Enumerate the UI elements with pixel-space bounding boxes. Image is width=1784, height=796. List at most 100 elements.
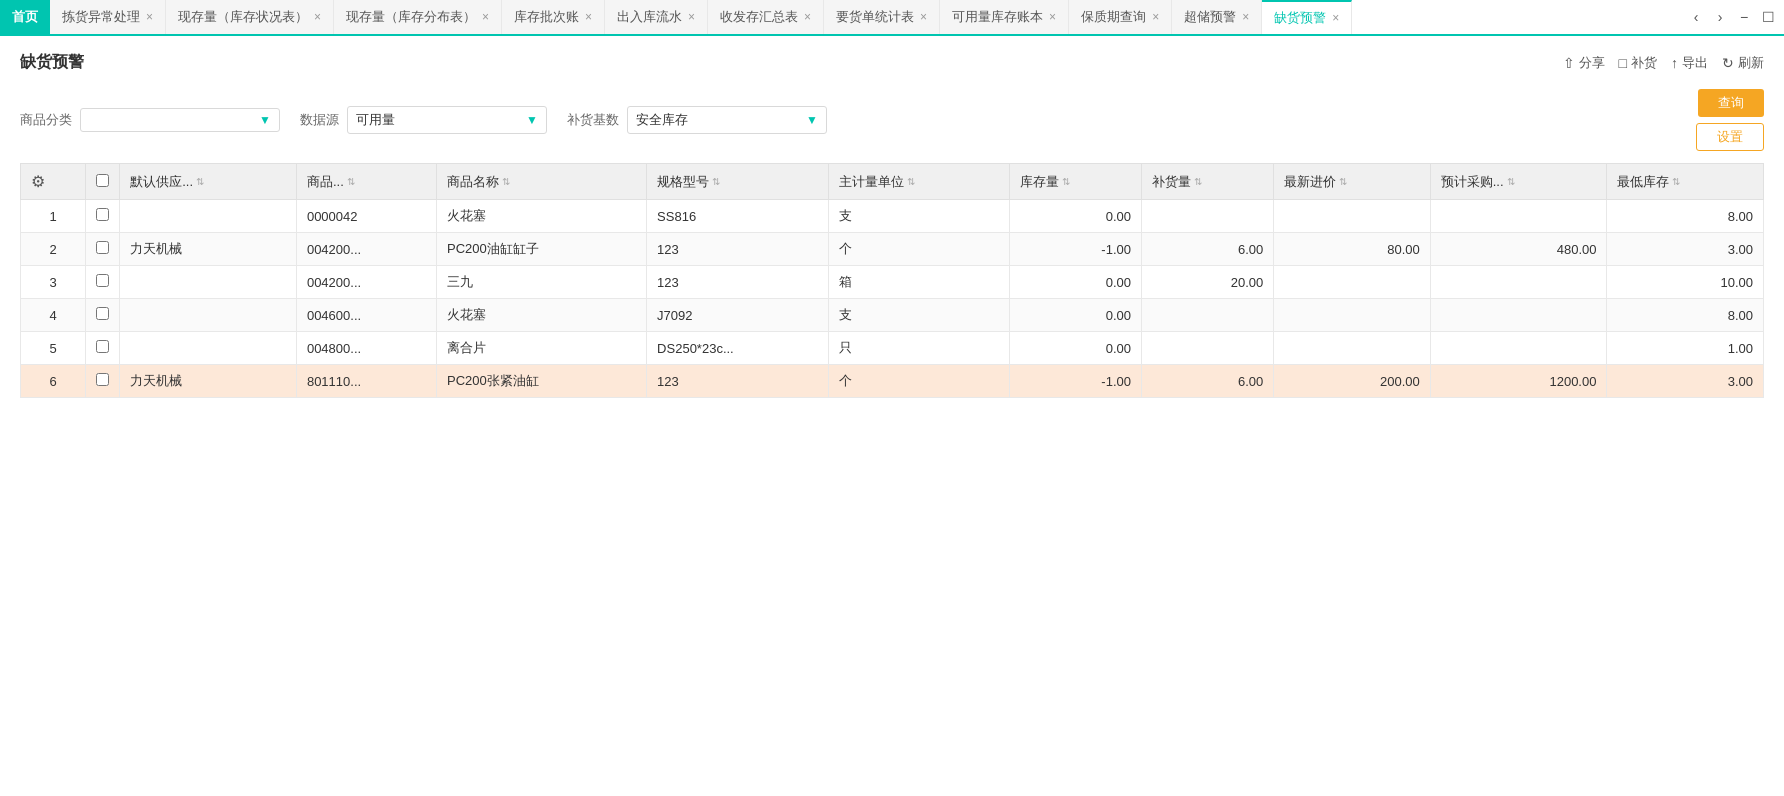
- table-row: 1 0000042 火花塞 SS816 支 0.00 8.00: [21, 200, 1764, 233]
- col-checkbox[interactable]: [86, 164, 120, 200]
- page-content: 缺货预警 ⇧ 分享 □ 补货 ↑ 导出 ↻ 刷新 商品分类: [0, 36, 1784, 796]
- col-item-name-sort-icon[interactable]: ⇅: [502, 176, 510, 187]
- tab-available-label: 可用量库存账本: [952, 8, 1043, 26]
- col-stock-sort-icon[interactable]: ⇅: [1062, 176, 1070, 187]
- tab-exception-label: 拣货异常处理: [62, 8, 140, 26]
- replenish-button[interactable]: □ 补货: [1619, 54, 1657, 72]
- row-item-name-2: PC200油缸缸子: [437, 233, 647, 266]
- tab-shortage[interactable]: 缺货预警 ×: [1262, 0, 1352, 34]
- tab-inventory-dist-close[interactable]: ×: [482, 10, 489, 24]
- table-row: 6 力天机械 801110... PC200张紧油缸 123 个 -1.00 6…: [21, 365, 1764, 398]
- filter-datasource-select[interactable]: 可用量 ▼: [347, 106, 547, 134]
- col-replenish-sort-icon[interactable]: ⇅: [1194, 176, 1202, 187]
- row-est-purchase-1: [1430, 200, 1607, 233]
- row-replenish-5: [1141, 332, 1273, 365]
- row-item-name-5: 离合片: [437, 332, 647, 365]
- col-est-purchase-sort-icon[interactable]: ⇅: [1507, 176, 1515, 187]
- tab-overstock-close[interactable]: ×: [1242, 10, 1249, 24]
- row-stock-6: -1.00: [1009, 365, 1141, 398]
- filter-datasource-group: 数据源 可用量 ▼: [300, 106, 547, 134]
- col-item-code-sort-icon[interactable]: ⇅: [347, 176, 355, 187]
- tab-home[interactable]: 首页: [0, 0, 50, 34]
- select-all-checkbox[interactable]: [96, 174, 109, 187]
- tab-maximize[interactable]: ☐: [1756, 5, 1780, 29]
- tab-expiry-close[interactable]: ×: [1152, 10, 1159, 24]
- row-checkbox-1[interactable]: [86, 200, 120, 233]
- tab-inout[interactable]: 出入库流水 ×: [605, 0, 708, 34]
- filter-category-select[interactable]: ▼: [80, 108, 280, 132]
- table-header-row: ⚙ 默认供应... ⇅ 商品... ⇅: [21, 164, 1764, 200]
- row-unit-5: 只: [828, 332, 1009, 365]
- row-check-4[interactable]: [96, 307, 109, 320]
- tab-receipt[interactable]: 收发存汇总表 ×: [708, 0, 824, 34]
- tab-inventory-status-close[interactable]: ×: [314, 10, 321, 24]
- tab-inventory-dist-label: 现存量（库存分布表）: [346, 8, 476, 26]
- tab-inventory-dist[interactable]: 现存量（库存分布表） ×: [334, 0, 502, 34]
- row-num-1: 1: [21, 200, 86, 233]
- header-actions: ⇧ 分享 □ 补货 ↑ 导出 ↻ 刷新: [1563, 54, 1764, 72]
- tab-inout-close[interactable]: ×: [688, 10, 695, 24]
- row-supplier-3: [120, 266, 297, 299]
- row-checkbox-4[interactable]: [86, 299, 120, 332]
- tab-shortage-close[interactable]: ×: [1332, 11, 1339, 25]
- row-stock-2: -1.00: [1009, 233, 1141, 266]
- tab-expiry[interactable]: 保质期查询 ×: [1069, 0, 1172, 34]
- row-num-4: 4: [21, 299, 86, 332]
- row-check-5[interactable]: [96, 340, 109, 353]
- row-min-stock-3: 10.00: [1607, 266, 1764, 299]
- col-min-stock-label: 最低库存: [1617, 173, 1669, 191]
- row-num-2: 2: [21, 233, 86, 266]
- tab-available-close[interactable]: ×: [1049, 10, 1056, 24]
- tab-scroll-right[interactable]: ›: [1708, 5, 1732, 29]
- export-button[interactable]: ↑ 导出: [1671, 54, 1708, 72]
- col-spec-sort-icon[interactable]: ⇅: [712, 176, 720, 187]
- tab-receipt-close[interactable]: ×: [804, 10, 811, 24]
- row-checkbox-3[interactable]: [86, 266, 120, 299]
- col-supplier-sort-icon[interactable]: ⇅: [196, 176, 204, 187]
- col-latest-price-sort-icon[interactable]: ⇅: [1339, 176, 1347, 187]
- row-check-3[interactable]: [96, 274, 109, 287]
- col-unit-sort-icon[interactable]: ⇅: [907, 176, 915, 187]
- tab-scroll-left[interactable]: ‹: [1684, 5, 1708, 29]
- filter-replenish-base-label: 补货基数: [567, 111, 619, 129]
- tab-order-stats-close[interactable]: ×: [920, 10, 927, 24]
- tab-exception-close[interactable]: ×: [146, 10, 153, 24]
- row-checkbox-6[interactable]: [86, 365, 120, 398]
- col-item-name: 商品名称 ⇅: [437, 164, 647, 200]
- tab-overstock[interactable]: 超储预警 ×: [1172, 0, 1262, 34]
- tab-nav-buttons: ‹ › − ☐: [1684, 5, 1784, 29]
- table-settings-icon[interactable]: ⚙: [31, 173, 45, 190]
- row-check-1[interactable]: [96, 208, 109, 221]
- row-checkbox-5[interactable]: [86, 332, 120, 365]
- filter-replenish-base-value: 安全库存: [636, 111, 688, 129]
- row-est-purchase-5: [1430, 332, 1607, 365]
- row-stock-3: 0.00: [1009, 266, 1141, 299]
- row-num-6: 6: [21, 365, 86, 398]
- settings-button[interactable]: 设置: [1696, 123, 1764, 151]
- refresh-button[interactable]: ↻ 刷新: [1722, 54, 1764, 72]
- share-label: 分享: [1579, 54, 1605, 72]
- tab-expiry-label: 保质期查询: [1081, 8, 1146, 26]
- row-replenish-2: 6.00: [1141, 233, 1273, 266]
- row-check-2[interactable]: [96, 241, 109, 254]
- row-check-6[interactable]: [96, 373, 109, 386]
- share-button[interactable]: ⇧ 分享: [1563, 54, 1605, 72]
- tab-inventory-status[interactable]: 现存量（库存状况表） ×: [166, 0, 334, 34]
- filter-replenish-base-select[interactable]: 安全库存 ▼: [627, 106, 827, 134]
- tab-batch[interactable]: 库存批次账 ×: [502, 0, 605, 34]
- row-latest-price-6: 200.00: [1274, 365, 1431, 398]
- row-item-name-1: 火花塞: [437, 200, 647, 233]
- tab-minimize[interactable]: −: [1732, 5, 1756, 29]
- col-settings[interactable]: ⚙: [21, 164, 86, 200]
- tab-batch-close[interactable]: ×: [585, 10, 592, 24]
- row-item-code-4: 004600...: [296, 299, 436, 332]
- tab-exception[interactable]: 拣货异常处理 ×: [50, 0, 166, 34]
- tab-order-stats[interactable]: 要货单统计表 ×: [824, 0, 940, 34]
- refresh-label: 刷新: [1738, 54, 1764, 72]
- col-min-stock-sort-icon[interactable]: ⇅: [1672, 176, 1680, 187]
- tab-inout-label: 出入库流水: [617, 8, 682, 26]
- query-button[interactable]: 查询: [1698, 89, 1764, 117]
- tab-available[interactable]: 可用量库存账本 ×: [940, 0, 1069, 34]
- filter-datasource-value: 可用量: [356, 111, 395, 129]
- row-checkbox-2[interactable]: [86, 233, 120, 266]
